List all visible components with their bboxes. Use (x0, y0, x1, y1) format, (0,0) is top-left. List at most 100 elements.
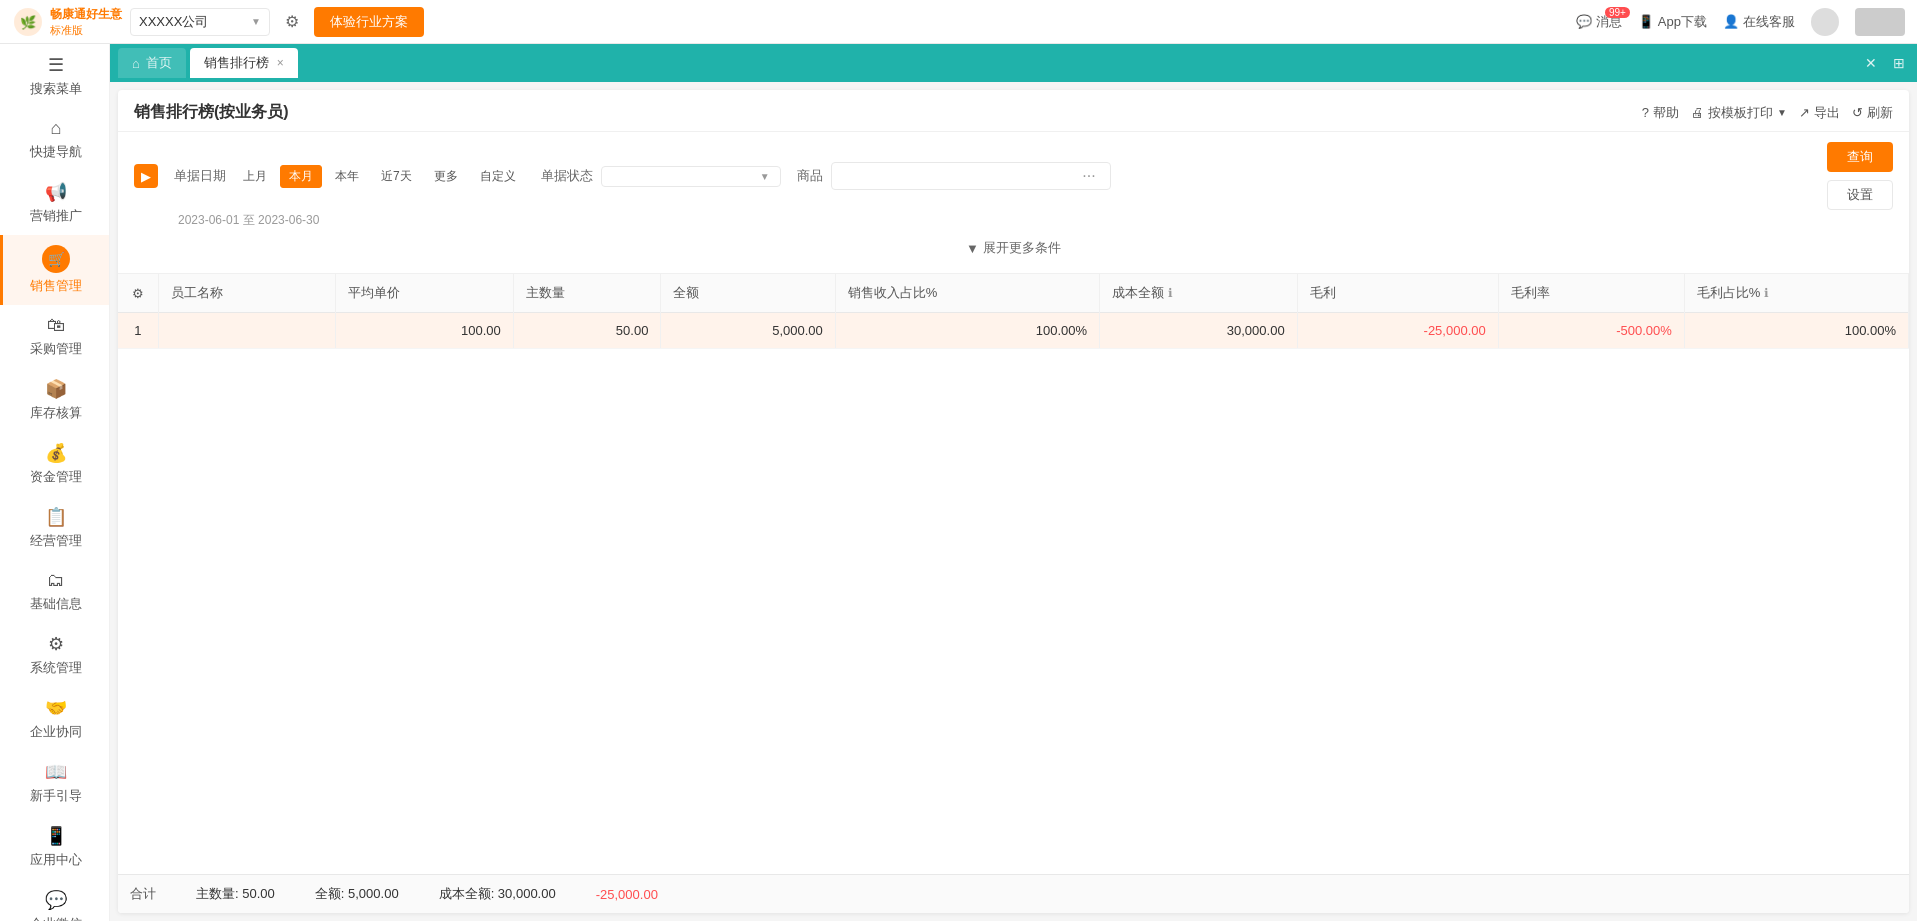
company-selector[interactable]: XXXXX公司 ▼ (130, 8, 270, 36)
filter-collapse-btn[interactable]: ▶ (134, 164, 158, 188)
help-icon: ? (1642, 105, 1649, 120)
sidebar-item-finance[interactable]: 💰 资金管理 (0, 432, 109, 496)
cost-info-icon[interactable]: ℹ (1168, 286, 1173, 300)
sidebar-item-quick-nav[interactable]: ⌂ 快捷导航 (0, 108, 109, 171)
online-service-label: 在线客服 (1743, 13, 1795, 31)
tab-sales-ranking[interactable]: 销售排行榜 × (190, 48, 298, 78)
col-header-settings[interactable]: ⚙ (118, 274, 158, 313)
tab-home-label: 首页 (146, 54, 172, 72)
app-download-button[interactable]: 📱 App下载 (1638, 13, 1707, 31)
avatar[interactable] (1811, 8, 1839, 36)
col-header-sales-pct: 销售收入占比% (835, 274, 1099, 313)
sidebar-item-purchase[interactable]: 🛍 采购管理 (0, 305, 109, 368)
table-head: ⚙ 员工名称 平均单价 主数量 全额 销售收入占比% 成本全额 ℹ 毛利 毛利率 (118, 274, 1909, 313)
guide-icon: 📖 (45, 761, 67, 783)
enterprise-icon: 🤝 (45, 697, 67, 719)
sidebar-item-label-app-center: 应用中心 (30, 851, 82, 869)
tab-bar-right: ✕ ⊞ (1861, 51, 1909, 75)
settings-row-button[interactable]: 设置 (1827, 180, 1893, 210)
sidebar-item-app-center[interactable]: 📱 应用中心 (0, 815, 109, 879)
tab-home[interactable]: ⌂ 首页 (118, 48, 186, 78)
sidebar-item-operations[interactable]: 📋 经营管理 (0, 496, 109, 560)
date-option-this-month[interactable]: 本月 (280, 165, 322, 188)
date-option-more[interactable]: 更多 (425, 165, 467, 188)
topbar-right: 💬 消息 99+ 📱 App下载 👤 在线客服 (1576, 8, 1905, 36)
cell-sales-pct: 100.00% (835, 313, 1099, 349)
col-header-gross-pct: 毛利占比% ℹ (1684, 274, 1908, 313)
col-header-gross: 毛利 (1297, 274, 1498, 313)
sidebar-item-enterprise[interactable]: 🤝 企业协同 (0, 687, 109, 751)
gross-pct-info-icon[interactable]: ℹ (1764, 286, 1769, 300)
trial-button[interactable]: 体验行业方案 (314, 7, 424, 37)
sidebar-item-label-basic-info: 基础信息 (30, 595, 82, 613)
table-footer: 合计 主数量: 50.00 全额: 5,000.00 成本全额: 30,000.… (118, 874, 1909, 913)
col-header-avg-price: 平均单价 (336, 274, 514, 313)
sidebar-item-label-marketing: 营销推广 (30, 207, 82, 225)
avatar-placeholder[interactable] (1855, 8, 1905, 36)
sidebar-item-wechat[interactable]: 💬 企业微信 (0, 879, 109, 921)
page-actions: ? 帮助 🖨 按模板打印 ▼ ↗ 导出 ↺ 刷新 (1642, 104, 1893, 122)
app-download-icon: 📱 (1638, 14, 1654, 29)
filter-row-1: ▶ 单据日期 上月 本月 本年 近7天 更多 自定义 (134, 142, 1893, 210)
sidebar-item-guide[interactable]: 📖 新手引导 (0, 751, 109, 815)
inventory-icon: 📦 (45, 378, 67, 400)
date-option-last-7days[interactable]: 近7天 (372, 165, 421, 188)
sidebar-item-inventory[interactable]: 📦 库存核算 (0, 368, 109, 432)
sidebar-item-label-quick-nav: 快捷导航 (30, 143, 82, 161)
sidebar-item-label-enterprise: 企业协同 (30, 723, 82, 741)
tab-expand-icon[interactable]: ⊞ (1889, 51, 1909, 75)
message-icon: 💬 (1576, 14, 1592, 29)
tab-close-window-icon[interactable]: ✕ (1861, 51, 1881, 75)
cell-gross-rate: -500.00% (1498, 313, 1684, 349)
logo-icon: 🌿 (12, 6, 44, 38)
col-header-name: 员工名称 (158, 274, 336, 313)
online-service-icon: 👤 (1723, 14, 1739, 29)
sidebar-item-marketing[interactable]: 📢 营销推广 (0, 171, 109, 235)
sidebar-item-search-order[interactable]: ☰ 搜索菜单 (0, 44, 109, 108)
refresh-icon: ↺ (1852, 105, 1863, 120)
message-badge: 99+ (1605, 7, 1630, 18)
template-print-button[interactable]: 🖨 按模板打印 ▼ (1691, 104, 1787, 122)
sidebar-item-system[interactable]: ⚙ 系统管理 (0, 623, 109, 687)
topbar-settings-button[interactable]: ⚙ (278, 8, 306, 36)
date-option-this-year[interactable]: 本年 (326, 165, 368, 188)
expand-more-button[interactable]: ▼ 展开更多条件 (134, 233, 1893, 263)
col-settings-icon[interactable]: ⚙ (132, 286, 144, 301)
export-button[interactable]: ↗ 导出 (1799, 104, 1840, 122)
help-button[interactable]: ? 帮助 (1642, 104, 1679, 122)
tab-close-icon[interactable]: × (277, 56, 284, 70)
cell-gross-pct: 100.00% (1684, 313, 1908, 349)
sidebar-item-basic-info[interactable]: 🗂 基础信息 (0, 560, 109, 623)
sidebar-item-sales[interactable]: 🛒 销售管理 (0, 235, 109, 305)
quick-nav-icon: ⌂ (51, 118, 62, 139)
cell-main-qty: 50.00 (513, 313, 661, 349)
footer-gross: -25,000.00 (596, 887, 658, 902)
company-name: XXXXX公司 (139, 13, 247, 31)
wechat-icon: 💬 (45, 889, 67, 911)
chevron-down-icon: ▼ (251, 16, 261, 27)
filter-area: ▶ 单据日期 上月 本月 本年 近7天 更多 自定义 (118, 132, 1909, 274)
dots-btn[interactable]: ··· (1078, 167, 1099, 185)
sidebar-item-label-guide: 新手引导 (30, 787, 82, 805)
cell-name (158, 313, 336, 349)
finance-icon: 💰 (45, 442, 67, 464)
query-button[interactable]: 查询 (1827, 142, 1893, 172)
app-center-icon: 📱 (45, 825, 67, 847)
date-option-custom[interactable]: 自定义 (471, 165, 525, 188)
table-header-row: ⚙ 员工名称 平均单价 主数量 全额 销售收入占比% 成本全额 ℹ 毛利 毛利率 (118, 274, 1909, 313)
refresh-button[interactable]: ↺ 刷新 (1852, 104, 1893, 122)
sidebar-item-label-wechat: 企业微信 (30, 915, 82, 921)
search-order-icon: ☰ (48, 54, 64, 76)
status-select[interactable]: ▼ (601, 166, 781, 187)
filter-toggle-icon[interactable]: ▶ (134, 164, 158, 188)
svg-text:🌿: 🌿 (20, 14, 37, 31)
date-option-last-month[interactable]: 上月 (234, 165, 276, 188)
goods-input[interactable]: ··· (831, 162, 1111, 190)
basic-info-icon: 🗂 (47, 570, 65, 591)
online-service-button[interactable]: 👤 在线客服 (1723, 13, 1795, 31)
print-icon: 🖨 (1691, 105, 1704, 120)
page-header: 销售排行榜(按业务员) ? 帮助 🖨 按模板打印 ▼ ↗ 导出 (118, 90, 1909, 132)
sales-icon: 🛒 (42, 245, 70, 273)
message-button[interactable]: 💬 消息 99+ (1576, 13, 1622, 31)
cell-avg-price: 100.00 (336, 313, 514, 349)
